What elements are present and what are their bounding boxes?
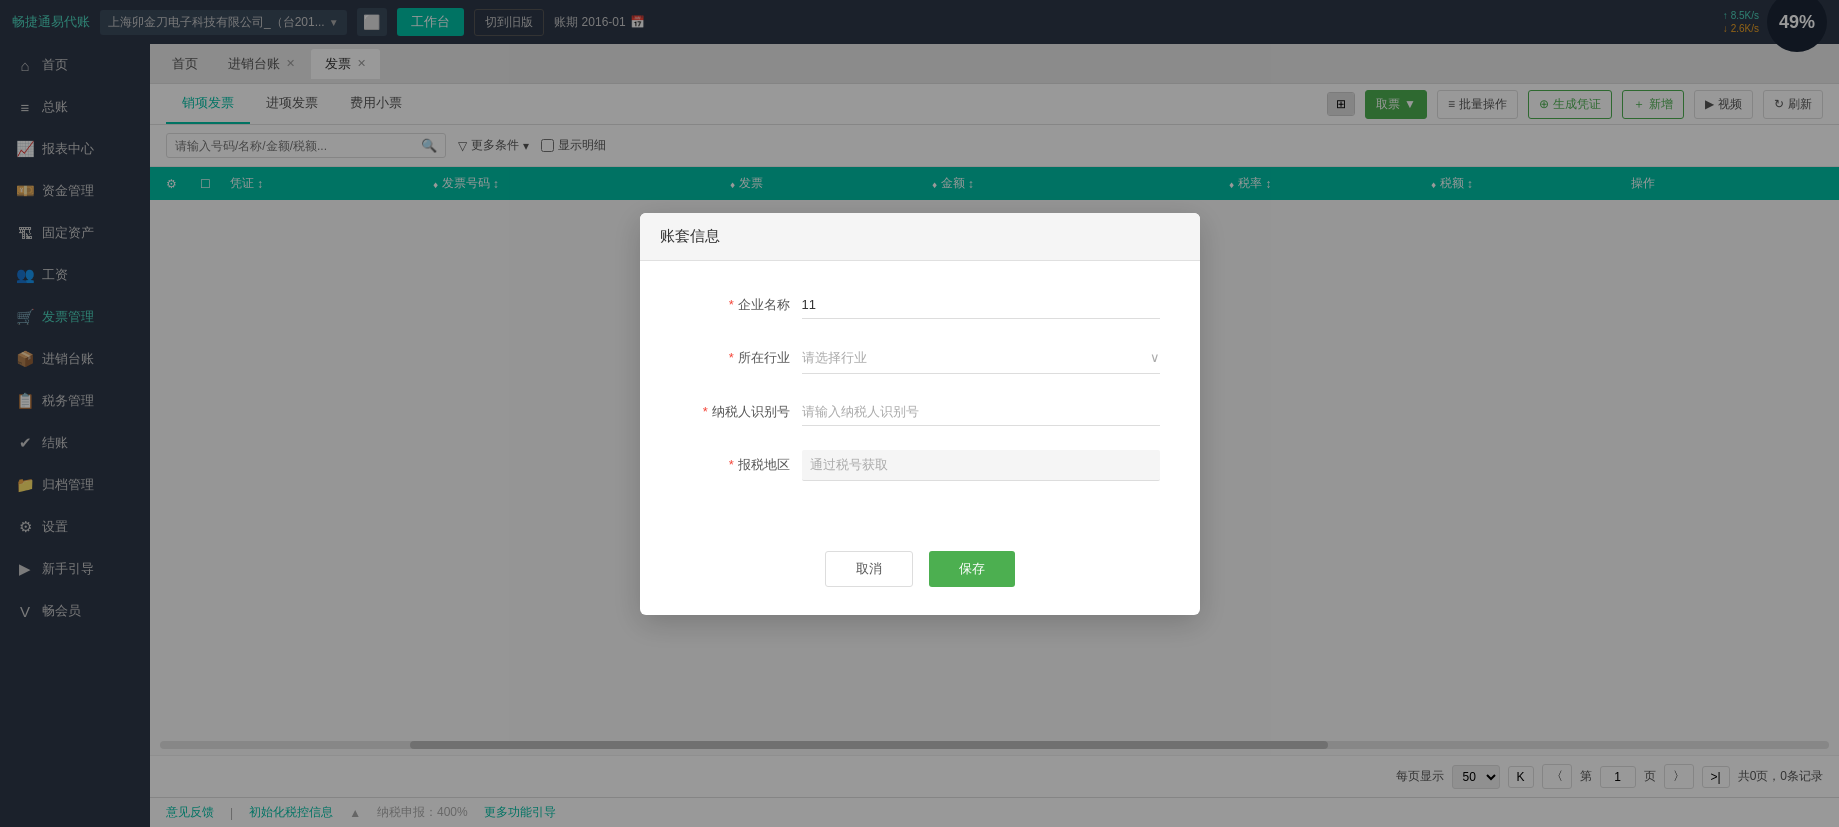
dialog-body: * 企业名称 * 所在行业 请选择行业 ∨ * <box>640 261 1200 535</box>
label-tax-region: * 报税地区 <box>680 456 790 474</box>
label-industry: * 所在行业 <box>680 349 790 367</box>
cancel-button[interactable]: 取消 <box>825 551 913 587</box>
form-row-company: * 企业名称 <box>680 291 1160 319</box>
dialog-footer: 取消 保存 <box>640 535 1200 615</box>
chevron-down-icon: ∨ <box>1150 350 1160 365</box>
tax-region-field: 通过税号获取 <box>802 450 1160 481</box>
form-row-tax-id: * 纳税人识别号 <box>680 398 1160 426</box>
dialog-header: 账套信息 <box>640 213 1200 261</box>
dialog-account-info: 账套信息 * 企业名称 * 所在行业 请选择行业 ∨ <box>640 213 1200 615</box>
save-button[interactable]: 保存 <box>929 551 1015 587</box>
company-name-input[interactable] <box>802 291 1160 319</box>
tax-id-input[interactable] <box>802 398 1160 426</box>
label-tax-id: * 纳税人识别号 <box>680 403 790 421</box>
form-row-industry: * 所在行业 请选择行业 ∨ <box>680 343 1160 374</box>
industry-select[interactable]: 请选择行业 ∨ <box>802 343 1160 374</box>
label-company: * 企业名称 <box>680 296 790 314</box>
modal-overlay: 账套信息 * 企业名称 * 所在行业 请选择行业 ∨ <box>0 0 1839 827</box>
form-row-tax-region: * 报税地区 通过税号获取 <box>680 450 1160 481</box>
dialog-title: 账套信息 <box>660 227 720 244</box>
